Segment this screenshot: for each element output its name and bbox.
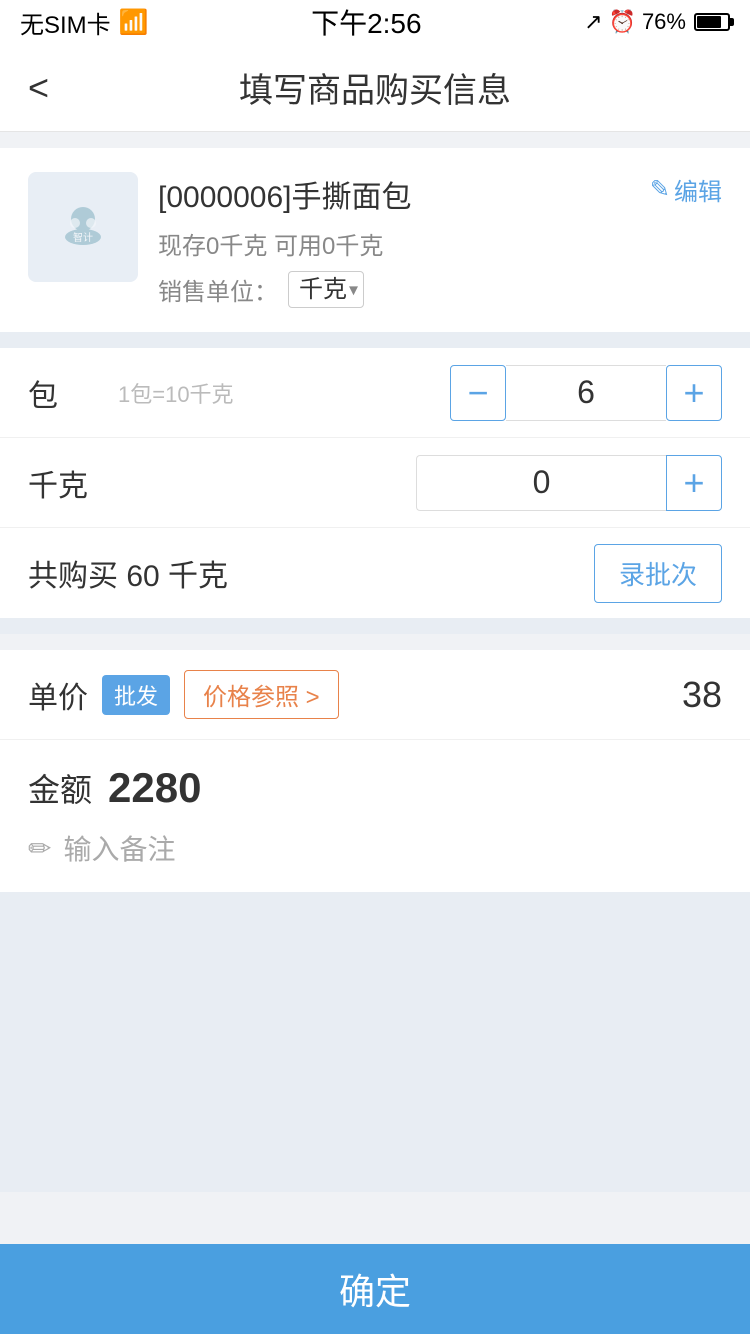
bao-input[interactable] — [506, 365, 666, 421]
input-section: 包 1包=10千克 − + 千克 + — [0, 348, 750, 528]
carrier-text: 无SIM卡 — [20, 5, 111, 40]
wifi-icon: 📶 — [119, 8, 149, 37]
price-row: 单价 批发 价格参照 > 38 — [0, 650, 750, 740]
product-stock: 现存0千克 可用0千克 — [158, 226, 722, 261]
price-reference-button[interactable]: 价格参照 > — [184, 670, 339, 719]
price-section: 单价 批发 价格参照 > 38 — [0, 650, 750, 740]
section-separator-1 — [0, 332, 750, 348]
status-right: ↗ ⏰ 76% — [584, 9, 730, 35]
svg-text:智计: 智计 — [73, 231, 93, 244]
amount-value: 2280 — [108, 764, 201, 812]
product-logo-icon: 智计 — [53, 197, 113, 257]
price-label: 单价 — [28, 673, 88, 717]
product-card: 智计 [0000006]手撕面包 现存0千克 可用0千克 销售单位： 千克 ✎ … — [0, 148, 750, 332]
product-thumbnail: 智计 — [28, 172, 138, 282]
back-button[interactable]: < — [28, 67, 49, 109]
nav-bar: < 填写商品购买信息 — [0, 44, 750, 132]
price-ref-label: 价格参照 > — [203, 677, 320, 712]
kg-stepper: + — [416, 455, 722, 511]
battery-icon — [694, 13, 730, 31]
price-value: 38 — [682, 674, 722, 716]
batch-button[interactable]: 录批次 — [594, 544, 722, 603]
edit-icon: ✎ — [650, 175, 670, 204]
total-row: 共购买 60 千克 录批次 — [0, 528, 750, 618]
bao-hint: 1包=10千克 — [118, 377, 450, 409]
alarm-icon: ⏰ — [609, 9, 636, 35]
section-separator-2 — [0, 618, 750, 634]
location-icon: ↗ — [584, 9, 602, 35]
status-carrier: 无SIM卡 📶 — [20, 5, 149, 40]
remark-icon: ✏ — [28, 832, 51, 865]
total-label: 共购买 60 千克 — [28, 551, 594, 595]
unit-label: 销售单位： — [158, 272, 278, 307]
amount-row: 金额 2280 — [28, 764, 722, 812]
remark-text: 输入备注 — [63, 828, 175, 868]
confirm-button[interactable]: 确定 — [0, 1244, 750, 1334]
product-unit-row: 销售单位： 千克 — [158, 271, 722, 308]
kg-increment-button[interactable]: + — [666, 455, 722, 511]
gray-area — [0, 892, 750, 1192]
edit-label: 编辑 — [674, 172, 722, 207]
bao-increment-button[interactable]: + — [666, 365, 722, 421]
remark-row[interactable]: ✏ 输入备注 — [28, 828, 722, 868]
bao-input-row: 包 1包=10千克 − + — [0, 348, 750, 438]
kg-label: 千克 — [28, 461, 108, 505]
status-bar: 无SIM卡 📶 下午2:56 ↗ ⏰ 76% — [0, 0, 750, 44]
edit-button[interactable]: ✎ 编辑 — [650, 172, 722, 207]
product-info: [0000006]手撕面包 现存0千克 可用0千克 销售单位： 千克 — [158, 172, 722, 308]
kg-input[interactable] — [416, 455, 666, 511]
kg-input-row: 千克 + — [0, 438, 750, 528]
amount-section: 金额 2280 ✏ 输入备注 — [0, 740, 750, 892]
page-title: 填写商品购买信息 — [239, 63, 511, 112]
bao-label: 包 — [28, 371, 108, 415]
battery-percent: 76% — [642, 9, 686, 35]
unit-select[interactable]: 千克 — [288, 271, 364, 308]
product-name: [0000006]手撕面包 — [158, 172, 722, 216]
bao-decrement-button[interactable]: − — [450, 365, 506, 421]
status-time: 下午2:56 — [311, 2, 422, 42]
unit-select-wrapper[interactable]: 千克 — [288, 271, 364, 308]
bao-stepper: − + — [450, 365, 722, 421]
price-tag: 批发 — [102, 675, 170, 715]
amount-label: 金额 — [28, 765, 92, 811]
